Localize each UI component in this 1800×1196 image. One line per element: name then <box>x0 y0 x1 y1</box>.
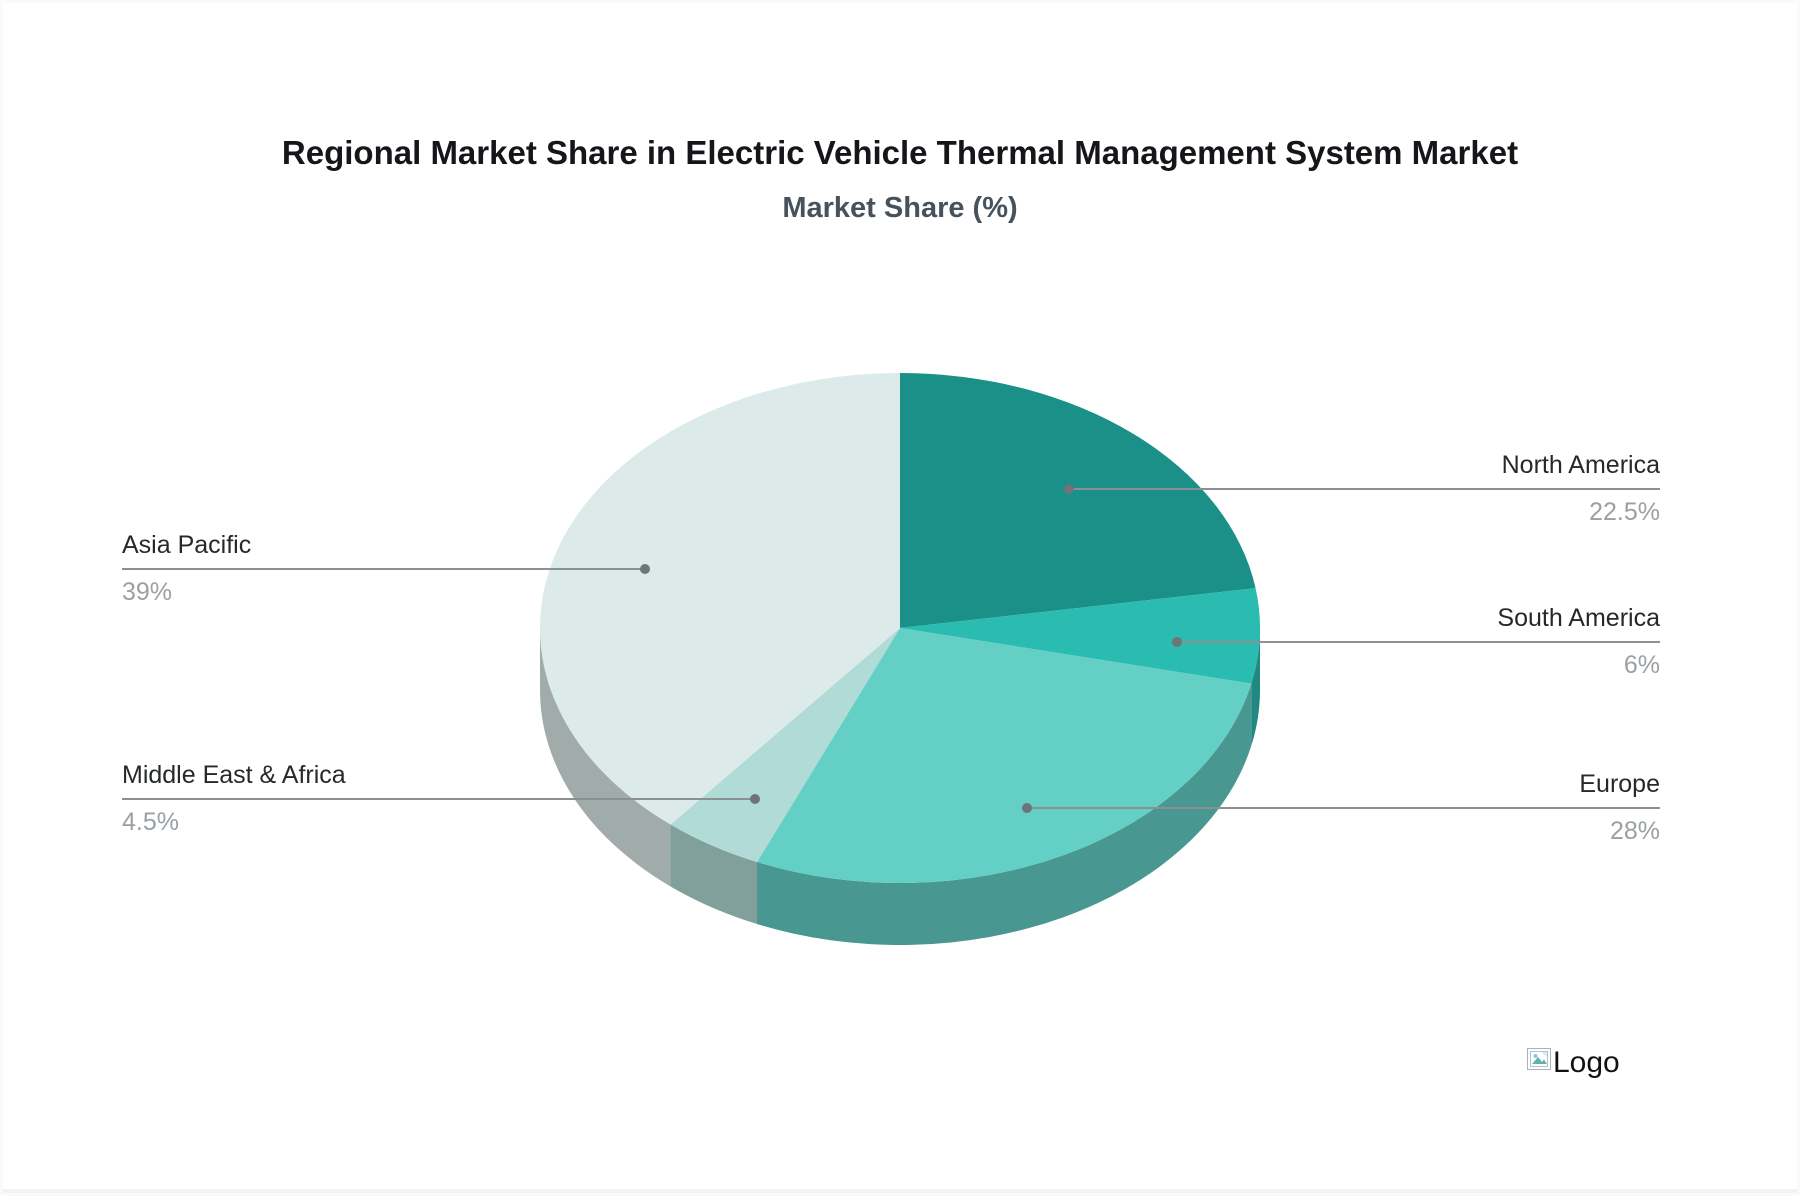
logo: Logo <box>1527 1046 1620 1080</box>
pie-slice-north-america[interactable] <box>900 373 1256 628</box>
logo-text: Logo <box>1553 1046 1620 1080</box>
chart-page: Regional Market Share in Electric Vehicl… <box>0 0 1800 1196</box>
pie-svg <box>0 0 1800 1196</box>
broken-image-icon <box>1527 1048 1551 1070</box>
